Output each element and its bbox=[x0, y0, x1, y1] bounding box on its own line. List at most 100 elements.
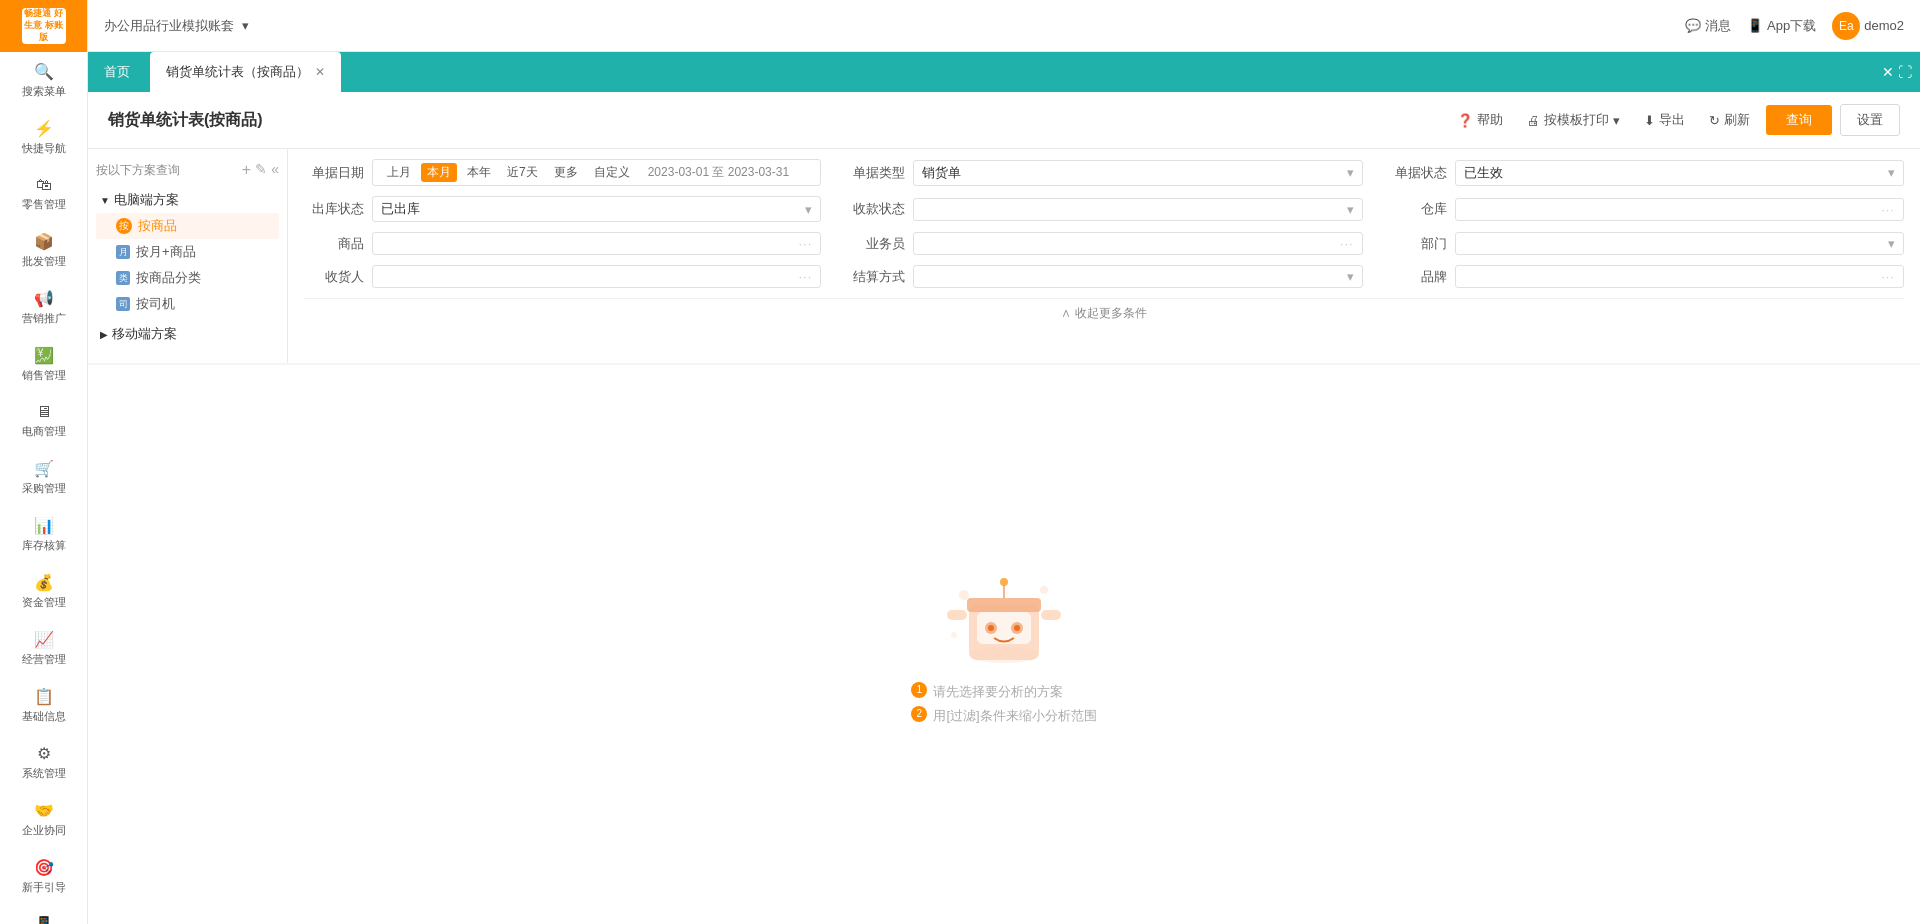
tip-1-num: 1 bbox=[911, 682, 927, 698]
filter-row-3: 商品 ··· 业务员 ··· 部门 ▾ bbox=[304, 232, 1904, 255]
sidebar-item-search[interactable]: 🔍搜索菜单 bbox=[0, 52, 87, 109]
filter-row-4: 收货人 ··· 结算方式 ▾ 品牌 ··· bbox=[304, 265, 1904, 288]
product-control[interactable]: ··· bbox=[372, 232, 821, 255]
tabbar: 首页 销货单统计表（按商品） ✕ ✕ ⛶ bbox=[88, 52, 1920, 92]
date-shortcut-本年[interactable]: 本年 bbox=[461, 163, 497, 182]
scheme-group-title[interactable]: ▼电脑端方案 bbox=[96, 187, 279, 213]
sidebar-item-app-center[interactable]: 📱应用中心 bbox=[0, 905, 87, 924]
scheme-item-by-month-product[interactable]: 月按月+商品 bbox=[96, 239, 279, 265]
scheme-groups: ▼电脑端方案按按商品月按月+商品类按商品分类司按司机 ▶移动端方案 bbox=[96, 187, 279, 347]
sidebar-label-wholesale: 批发管理 bbox=[22, 254, 66, 269]
payment-status-control[interactable]: ▾ bbox=[913, 198, 1362, 221]
sidebar-item-retail[interactable]: 🛍零售管理 bbox=[0, 166, 87, 222]
scheme-group-title[interactable]: ▶移动端方案 bbox=[96, 321, 279, 347]
scheme-collapse-btn[interactable]: « bbox=[271, 161, 279, 179]
sidebar-item-base-info[interactable]: 📋基础信息 bbox=[0, 677, 87, 734]
sidebar-item-finance[interactable]: 💰资金管理 bbox=[0, 563, 87, 620]
doc-status-control[interactable]: 已生效 ▾ bbox=[1455, 160, 1904, 186]
sidebar-item-inventory[interactable]: 📊库存核算 bbox=[0, 506, 87, 563]
product-label: 商品 bbox=[304, 235, 364, 253]
sidebar-item-marketing[interactable]: 📢营销推广 bbox=[0, 279, 87, 336]
empty-tips: 1 请先选择要分析的方案 2 用[过滤]条件来缩小分析范围 bbox=[911, 682, 1096, 730]
sidebar-label-finance: 资金管理 bbox=[22, 595, 66, 610]
scheme-item-by-product[interactable]: 按按商品 bbox=[96, 213, 279, 239]
out-status-value: 已出库 bbox=[381, 200, 805, 218]
svg-rect-8 bbox=[947, 610, 967, 620]
sidebar-item-wholesale[interactable]: 📦批发管理 bbox=[0, 222, 87, 279]
scheme-item-by-cashier[interactable]: 司按司机 bbox=[96, 291, 279, 317]
message-btn[interactable]: 💬 消息 bbox=[1685, 17, 1731, 35]
date-filter-control[interactable]: 上月本月本年近7天更多自定义 2023-03-01 至 2023-03-31 bbox=[372, 159, 821, 186]
svg-rect-9 bbox=[1041, 610, 1061, 620]
sidebar-item-purchase[interactable]: 🛒采购管理 bbox=[0, 449, 87, 506]
query-button[interactable]: 查询 bbox=[1766, 105, 1832, 135]
sidebar-label-sales-mgr: 销售管理 bbox=[22, 368, 66, 383]
window-maximize-btn[interactable]: ⛶ bbox=[1898, 64, 1912, 80]
industry-label: 办公用品行业模拟账套 bbox=[104, 17, 234, 35]
sidebar-item-ecommerce[interactable]: 🖥电商管理 bbox=[0, 393, 87, 449]
sidebar-label-retail: 零售管理 bbox=[22, 197, 66, 212]
filter-row-1: 单据日期 上月本月本年近7天更多自定义 2023-03-01 至 2023-03… bbox=[304, 159, 1904, 186]
tab-close-icon[interactable]: ✕ bbox=[315, 65, 325, 79]
scheme-add-btn[interactable]: + bbox=[242, 161, 251, 179]
scheme-group-移动端方案: ▶移动端方案 bbox=[96, 321, 279, 347]
svg-point-6 bbox=[988, 625, 994, 631]
sidebar-icon-search: 🔍 bbox=[34, 62, 54, 81]
sidebar-item-enterprise[interactable]: 🤝企业协同 bbox=[0, 791, 87, 848]
date-shortcut-近7天[interactable]: 近7天 bbox=[501, 163, 544, 182]
industry-dropdown-icon[interactable]: ▾ bbox=[242, 18, 249, 33]
tip-1-text: 请先选择要分析的方案 bbox=[933, 683, 1063, 701]
warehouse-dots: ··· bbox=[1881, 202, 1895, 217]
collapse-btn[interactable]: ∧ 收起更多条件 bbox=[304, 298, 1904, 328]
doc-type-control[interactable]: 销货单 ▾ bbox=[913, 160, 1362, 186]
settings-button[interactable]: 设置 bbox=[1840, 104, 1900, 136]
user-info[interactable]: Ea demo2 bbox=[1832, 12, 1904, 40]
sidebar-label-enterprise: 企业协同 bbox=[22, 823, 66, 838]
date-shortcut-自定义[interactable]: 自定义 bbox=[588, 163, 636, 182]
sidebar-item-guide[interactable]: 🎯新手引导 bbox=[0, 848, 87, 905]
print-dropdown-icon: ▾ bbox=[1613, 113, 1620, 128]
scheme-item-icon-by-cashier: 司 bbox=[116, 297, 130, 311]
settlement-control[interactable]: ▾ bbox=[913, 265, 1362, 288]
date-shortcut-本月[interactable]: 本月 bbox=[421, 163, 457, 182]
scheme-edit-btn[interactable]: ✎ bbox=[255, 161, 267, 179]
doc-status-dropdown: ▾ bbox=[1888, 165, 1895, 180]
tip-2: 2 用[过滤]条件来缩小分析范围 bbox=[911, 706, 1096, 726]
logo-text: 畅捷通 好生意 标账版 bbox=[22, 8, 66, 44]
template-print-btn[interactable]: 🖨 按模板打印 ▾ bbox=[1519, 107, 1628, 133]
doc-status-value: 已生效 bbox=[1464, 164, 1888, 182]
payment-label: 收款状态 bbox=[845, 200, 905, 218]
refresh-btn[interactable]: ↻ 刷新 bbox=[1701, 107, 1758, 133]
sidebar-item-operations[interactable]: 📈经营管理 bbox=[0, 620, 87, 677]
dept-dropdown: ▾ bbox=[1888, 236, 1895, 251]
filter-panel: 按以下方案查询 + ✎ « ▼电脑端方案按按商品月按月+商品类按商品分类司按司机… bbox=[88, 149, 1920, 363]
out-status-control[interactable]: 已出库 ▾ bbox=[372, 196, 821, 222]
settlement-label: 结算方式 bbox=[845, 268, 905, 286]
salesman-control[interactable]: ··· bbox=[913, 232, 1362, 255]
page-actions: ❓ 帮助 🖨 按模板打印 ▾ ⬇ 导出 ↻ 刷新 查询 设置 bbox=[1449, 104, 1900, 148]
dept-control[interactable]: ▾ bbox=[1455, 232, 1904, 255]
template-print-label: 按模板打印 bbox=[1544, 111, 1609, 129]
tab-sales-stat[interactable]: 销货单统计表（按商品） ✕ bbox=[150, 52, 341, 92]
recipient-control[interactable]: ··· bbox=[372, 265, 821, 288]
empty-illustration bbox=[939, 560, 1069, 670]
warehouse-control[interactable]: ··· bbox=[1455, 198, 1904, 221]
app-logo[interactable]: 畅捷通 好生意 标账版 bbox=[0, 0, 88, 52]
help-btn[interactable]: ❓ 帮助 bbox=[1449, 107, 1511, 133]
tab-home[interactable]: 首页 bbox=[88, 52, 146, 92]
brand-control[interactable]: ··· bbox=[1455, 265, 1904, 288]
sidebar-item-system[interactable]: ⚙系统管理 bbox=[0, 734, 87, 791]
sidebar-item-quick-nav[interactable]: ⚡快捷导航 bbox=[0, 109, 87, 166]
window-close-btn[interactable]: ✕ bbox=[1882, 64, 1894, 80]
out-status-label: 出库状态 bbox=[304, 200, 364, 218]
export-btn[interactable]: ⬇ 导出 bbox=[1636, 107, 1693, 133]
app-download-btn[interactable]: 📱 App下载 bbox=[1747, 17, 1816, 35]
scheme-item-by-category[interactable]: 类按商品分类 bbox=[96, 265, 279, 291]
date-shortcut-上月[interactable]: 上月 bbox=[381, 163, 417, 182]
topbar-right: 💬 消息 📱 App下载 Ea demo2 bbox=[1685, 12, 1904, 40]
sidebar-icon-app-center: 📱 bbox=[34, 915, 54, 924]
sidebar-item-sales-mgr[interactable]: 💹销售管理 bbox=[0, 336, 87, 393]
svg-point-13 bbox=[1040, 586, 1048, 594]
doc-type-label: 单据类型 bbox=[845, 164, 905, 182]
date-shortcut-更多[interactable]: 更多 bbox=[548, 163, 584, 182]
